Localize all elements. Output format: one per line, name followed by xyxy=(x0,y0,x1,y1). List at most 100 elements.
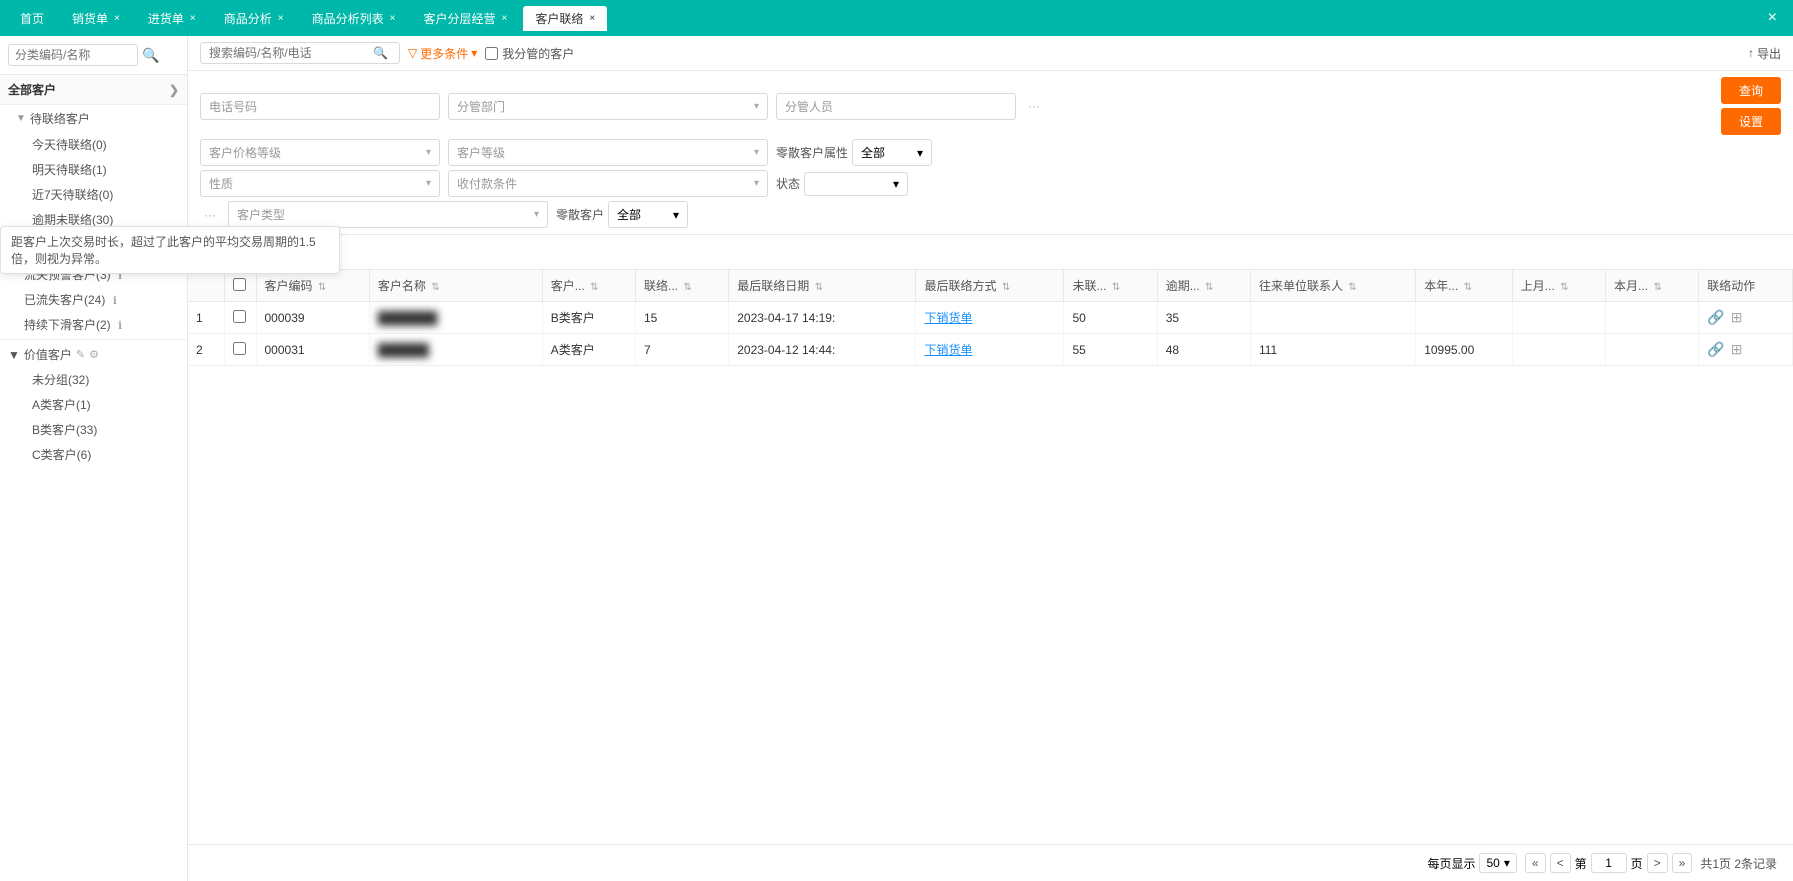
my-customers-check[interactable] xyxy=(485,47,498,60)
divider xyxy=(0,339,187,340)
dept-filter[interactable]: 分管部门 ▾ xyxy=(448,93,768,120)
row-last-contact-date: 2023-04-17 14:19: xyxy=(729,302,916,334)
sort-icon[interactable]: ⇅ xyxy=(590,282,598,293)
customer-type-filter[interactable]: 客户类型 ▾ xyxy=(228,201,548,228)
sidebar-item-b-class[interactable]: B类客户(33) xyxy=(0,417,187,442)
sidebar-item-7days-pending[interactable]: 近7天待联络(0) xyxy=(0,182,187,207)
data-table: 客户编码 ⇅ 客户名称 ⇅ 客户... ⇅ 联络... xyxy=(188,270,1793,366)
status-caret-icon: ▾ xyxy=(893,177,899,191)
search-input[interactable] xyxy=(209,46,369,60)
action-grid-icon[interactable]: ⊞ xyxy=(1731,341,1743,358)
my-customers-checkbox[interactable]: 我分管的客户 xyxy=(485,45,574,62)
tab-purchase-order[interactable]: 进货单 × xyxy=(136,6,208,31)
row-name: ███████ xyxy=(369,302,542,334)
sort-icon[interactable]: ⇅ xyxy=(1205,282,1213,293)
sidebar-item-today-pending[interactable]: 今天待联络(0) xyxy=(0,132,187,157)
row-select-checkbox[interactable] xyxy=(233,310,246,323)
sidebar-search-input[interactable] xyxy=(8,44,138,66)
sidebar-item-declining[interactable]: 持续下滑客户(2) ℹ xyxy=(0,312,187,337)
row-last-month xyxy=(1512,302,1605,334)
advanced-filter: 电话号码 分管部门 ▾ 分管人员 ··· 查询 设置 客户价格等级 xyxy=(188,71,1793,235)
search-box[interactable]: 🔍 xyxy=(200,42,400,64)
sort-icon[interactable]: ⇅ xyxy=(683,282,691,293)
sidebar-item-churned[interactable]: 已流失客户(24) ℹ xyxy=(0,287,187,312)
sidebar-item-tomorrow-pending[interactable]: 明天待联络(1) xyxy=(0,157,187,182)
sort-icon[interactable]: ⇅ xyxy=(1653,282,1661,293)
tab-customer-segmentation[interactable]: 客户分层经营 × xyxy=(411,6,519,31)
phone-filter[interactable]: 电话号码 xyxy=(200,93,440,120)
tab-product-analysis[interactable]: 商品分析 × xyxy=(212,6,296,31)
select-all-checkbox[interactable] xyxy=(233,278,246,291)
payment-filter[interactable]: 收付款条件 ▾ xyxy=(448,170,768,197)
next-page-button[interactable]: > xyxy=(1647,853,1668,873)
all-customers-header[interactable]: 全部客户 ❯ xyxy=(0,75,187,105)
status-select[interactable]: ▾ xyxy=(804,172,908,196)
filter-row-4: ··· 客户类型 ▾ 零散客户 全部 ▾ xyxy=(200,201,1781,228)
row-checkbox[interactable] xyxy=(224,334,256,366)
pagination-bar: 每页显示 50 ▾ « < 第 页 > » 共1页 2条记录 xyxy=(188,844,1793,881)
first-page-button[interactable]: « xyxy=(1525,853,1546,873)
more-conditions-button[interactable]: ▽ 更多条件 ▾ xyxy=(408,45,477,62)
settings-small-icon[interactable]: ⚙ xyxy=(89,348,99,361)
edit-icon[interactable]: ✎ xyxy=(76,348,85,361)
sort-icon[interactable]: ⇅ xyxy=(431,282,439,293)
customer-level-filter[interactable]: 客户等级 ▾ xyxy=(448,139,768,166)
manager-more-icon[interactable]: ··· xyxy=(1024,99,1044,113)
sidebar-item-c-class[interactable]: C类客户(6) xyxy=(0,442,187,467)
tab-close-icon[interactable]: × xyxy=(278,13,284,24)
triangle-icon: ▼ xyxy=(16,113,26,124)
row-select-checkbox[interactable] xyxy=(233,342,246,355)
tab-sales-order[interactable]: 销货单 × xyxy=(60,6,132,31)
row-partner-contact xyxy=(1250,302,1415,334)
tab-close-icon[interactable]: × xyxy=(501,13,507,24)
page-size-dropdown[interactable]: 50 ▾ xyxy=(1479,853,1516,873)
action-link-icon[interactable]: 🔗 xyxy=(1707,341,1724,358)
retail-customer-select[interactable]: 全部 ▾ xyxy=(608,201,688,228)
tab-close-icon[interactable]: × xyxy=(390,13,396,24)
price-level-filter[interactable]: 客户价格等级 ▾ xyxy=(200,139,440,166)
tab-close-icon[interactable]: × xyxy=(589,13,595,24)
sidebar-item-a-class[interactable]: A类客户(1) xyxy=(0,392,187,417)
close-all-tabs-button[interactable]: × xyxy=(1760,9,1785,27)
retail-attr-select[interactable]: 全部 ▾ xyxy=(852,139,932,166)
tab-home[interactable]: 首页 xyxy=(8,6,56,31)
row-last-contact-date: 2023-04-12 14:44: xyxy=(729,334,916,366)
filter-bar: 🔍 ▽ 更多条件 ▾ 我分管的客户 ↑ 导出 xyxy=(188,36,1793,71)
row-checkbox[interactable] xyxy=(224,302,256,334)
sidebar-item-ungrouped[interactable]: 未分组(32) xyxy=(0,367,187,392)
tab-product-analysis-list[interactable]: 商品分析列表 × xyxy=(300,6,408,31)
sort-icon[interactable]: ⇅ xyxy=(318,282,326,293)
manager-filter[interactable]: 分管人员 xyxy=(776,93,1016,120)
action-link-icon[interactable]: 🔗 xyxy=(1707,309,1724,326)
gender-filter[interactable]: 性质 ▾ xyxy=(200,170,440,197)
sidebar-search-icon[interactable]: 🔍 xyxy=(142,47,159,64)
filter-icon: ▽ xyxy=(408,46,417,60)
sort-icon[interactable]: ⇅ xyxy=(1112,282,1120,293)
prev-page-button[interactable]: < xyxy=(1550,853,1571,873)
dept-caret-icon: ▾ xyxy=(754,101,759,112)
pending-group-header[interactable]: ▼ 待联络客户 xyxy=(0,105,187,132)
settings-button[interactable]: 设置 xyxy=(1721,108,1781,135)
sort-icon[interactable]: ⇅ xyxy=(1348,282,1356,293)
last-contact-way-link[interactable]: 下销货单 xyxy=(924,311,972,325)
sort-icon[interactable]: ⇅ xyxy=(815,282,823,293)
value-customers-header[interactable]: ▼ 价值客户 ✎ ⚙ xyxy=(0,342,187,367)
sort-icon[interactable]: ⇅ xyxy=(1002,282,1010,293)
collapse-icon[interactable]: ❯ xyxy=(169,83,179,97)
last-page-button[interactable]: » xyxy=(1672,853,1693,873)
tab-close-icon[interactable]: × xyxy=(114,13,120,24)
sort-icon[interactable]: ⇅ xyxy=(1560,282,1568,293)
row-contact: 7 xyxy=(635,334,728,366)
sort-icon[interactable]: ⇅ xyxy=(1464,282,1472,293)
action-grid-icon[interactable]: ⊞ xyxy=(1731,309,1743,326)
query-button[interactable]: 查询 xyxy=(1721,77,1781,104)
row4-more-icon[interactable]: ··· xyxy=(200,208,220,222)
tab-close-icon[interactable]: × xyxy=(190,13,196,24)
last-contact-way-link[interactable]: 下销货单 xyxy=(924,343,972,357)
page-number-input[interactable] xyxy=(1591,853,1627,873)
search-icon[interactable]: 🔍 xyxy=(373,46,388,60)
row-index: 2 xyxy=(188,334,224,366)
row-overdue: 48 xyxy=(1157,334,1250,366)
export-button[interactable]: ↑ 导出 xyxy=(1748,45,1781,62)
tab-customer-contact[interactable]: 客户联络 × xyxy=(523,6,607,31)
